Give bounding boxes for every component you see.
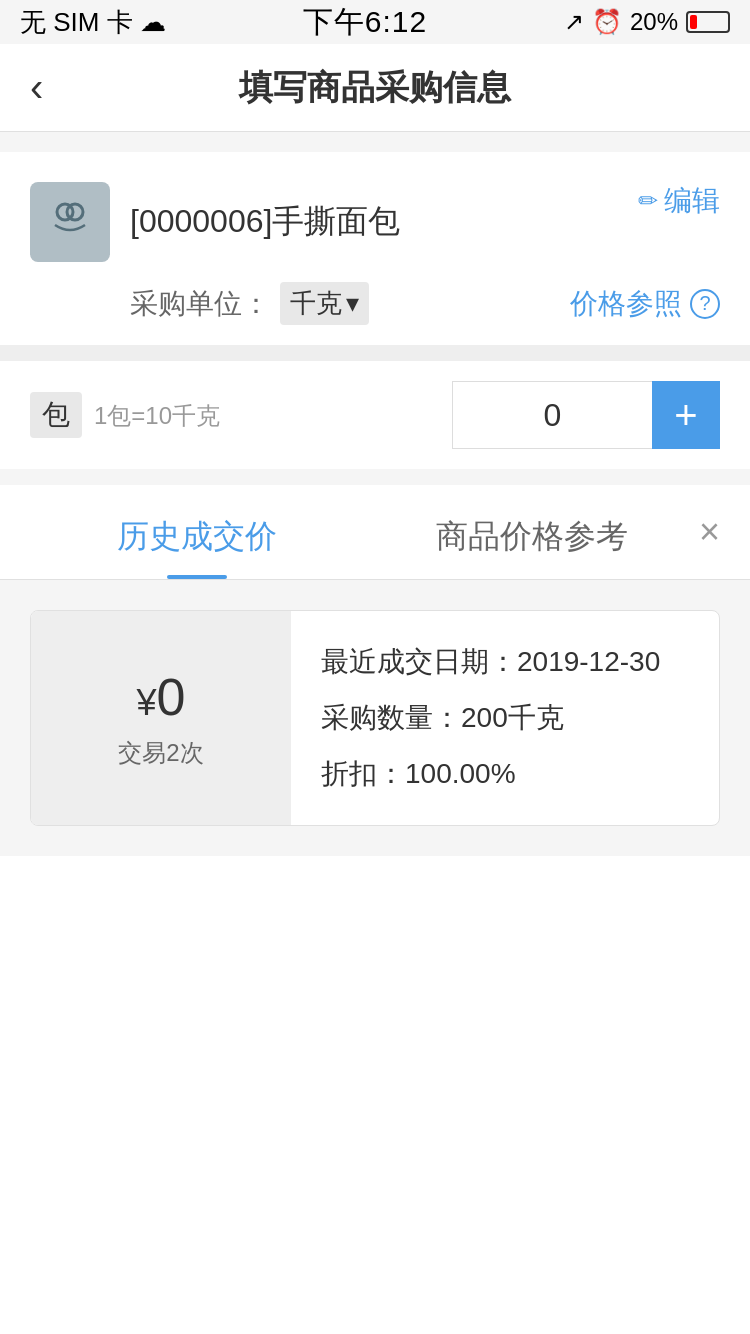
battery-body — [686, 11, 730, 33]
tab-close-button[interactable]: × — [699, 491, 720, 573]
card-section: ¥0 交易2次 最近成交日期：2019-12-30 采购数量：200千克 折扣：… — [0, 580, 750, 856]
back-button[interactable]: ‹ — [30, 65, 43, 110]
product-left: [0000006]手撕面包 — [30, 182, 400, 262]
price-ref-button[interactable]: 价格参照 ? — [570, 285, 720, 323]
page-bottom — [0, 856, 750, 1334]
price-symbol: ¥ — [137, 682, 157, 723]
quantity-unit-label: 包 — [30, 392, 82, 438]
svg-point-1 — [67, 204, 83, 220]
section-divider — [0, 345, 750, 361]
location-icon: ↗ — [564, 8, 584, 36]
tabs-section: 历史成交价 商品价格参考 × — [0, 485, 750, 580]
product-section: [0000006]手撕面包 ✏ 编辑 采购单位： 千克 ▾ 价格参照 ? — [0, 152, 750, 345]
status-left: 无 SIM 卡 ☁ — [20, 5, 166, 40]
quantity-input[interactable] — [452, 381, 652, 449]
back-icon: ‹ — [30, 65, 43, 110]
purchase-qty-value: 200千克 — [461, 702, 564, 733]
battery-icon — [686, 11, 730, 33]
recent-date-label: 最近成交日期： — [321, 646, 517, 677]
alarm-icon: ⏰ — [592, 8, 622, 36]
price-ref-help-icon: ? — [690, 289, 720, 319]
tab-history-price[interactable]: 历史成交价 — [30, 485, 364, 579]
status-bar: 无 SIM 卡 ☁ 下午6:12 ↗ ⏰ 20% — [0, 0, 750, 44]
price-value: 0 — [157, 668, 186, 726]
close-icon: × — [699, 511, 720, 553]
discount-label: 折扣： — [321, 758, 405, 789]
sim-label: 无 SIM 卡 ☁ — [20, 5, 166, 40]
recent-date-value: 2019-12-30 — [517, 646, 660, 677]
unit-select[interactable]: 千克 ▾ — [280, 282, 369, 325]
price-ref-label: 价格参照 — [570, 285, 682, 323]
battery-percent: 20% — [630, 8, 678, 36]
plus-icon: + — [674, 393, 697, 438]
quantity-left: 包 1包=10千克 — [30, 392, 220, 438]
dropdown-arrow-icon: ▾ — [346, 288, 359, 319]
quantity-input-group: + — [452, 381, 720, 449]
status-right: ↗ ⏰ 20% — [564, 8, 730, 36]
edit-label: 编辑 — [664, 182, 720, 220]
price-display: ¥0 — [137, 667, 186, 727]
page-title: 填写商品采购信息 — [239, 65, 511, 111]
purchase-qty-row: 采购数量：200千克 — [321, 697, 689, 739]
transaction-card: ¥0 交易2次 最近成交日期：2019-12-30 采购数量：200千克 折扣：… — [30, 610, 720, 826]
status-time: 下午6:12 — [303, 2, 427, 43]
tab-history-label: 历史成交价 — [117, 518, 277, 554]
card-price-panel: ¥0 交易2次 — [31, 611, 291, 825]
product-name: [0000006]手撕面包 — [130, 200, 400, 244]
product-header: [0000006]手撕面包 ✏ 编辑 — [30, 182, 720, 262]
nav-bar: ‹ 填写商品采购信息 — [0, 44, 750, 132]
product-icon — [30, 182, 110, 262]
edit-button[interactable]: ✏ 编辑 — [638, 182, 720, 220]
battery-fill — [690, 15, 697, 29]
trade-count: 交易2次 — [118, 737, 203, 769]
product-unit-row: 采购单位： 千克 ▾ 价格参照 ? — [130, 282, 720, 325]
quantity-conversion: 1包=10千克 — [94, 400, 220, 432]
edit-icon: ✏ — [638, 187, 658, 215]
tab-price-ref-label: 商品价格参考 — [436, 518, 628, 554]
discount-value: 100.00% — [405, 758, 516, 789]
purchase-qty-label: 采购数量： — [321, 702, 461, 733]
tab-active-indicator — [167, 575, 227, 579]
card-details-panel: 最近成交日期：2019-12-30 采购数量：200千克 折扣：100.00% — [291, 611, 719, 825]
quantity-section: 包 1包=10千克 + — [0, 361, 750, 469]
recent-date-row: 最近成交日期：2019-12-30 — [321, 641, 689, 683]
discount-row: 折扣：100.00% — [321, 753, 689, 795]
tabs-header: 历史成交价 商品价格参考 × — [0, 485, 750, 579]
tab-price-ref[interactable]: 商品价格参考 — [364, 485, 698, 579]
unit-label: 采购单位： — [130, 285, 270, 323]
quantity-plus-button[interactable]: + — [652, 381, 720, 449]
unit-value: 千克 — [290, 286, 342, 321]
